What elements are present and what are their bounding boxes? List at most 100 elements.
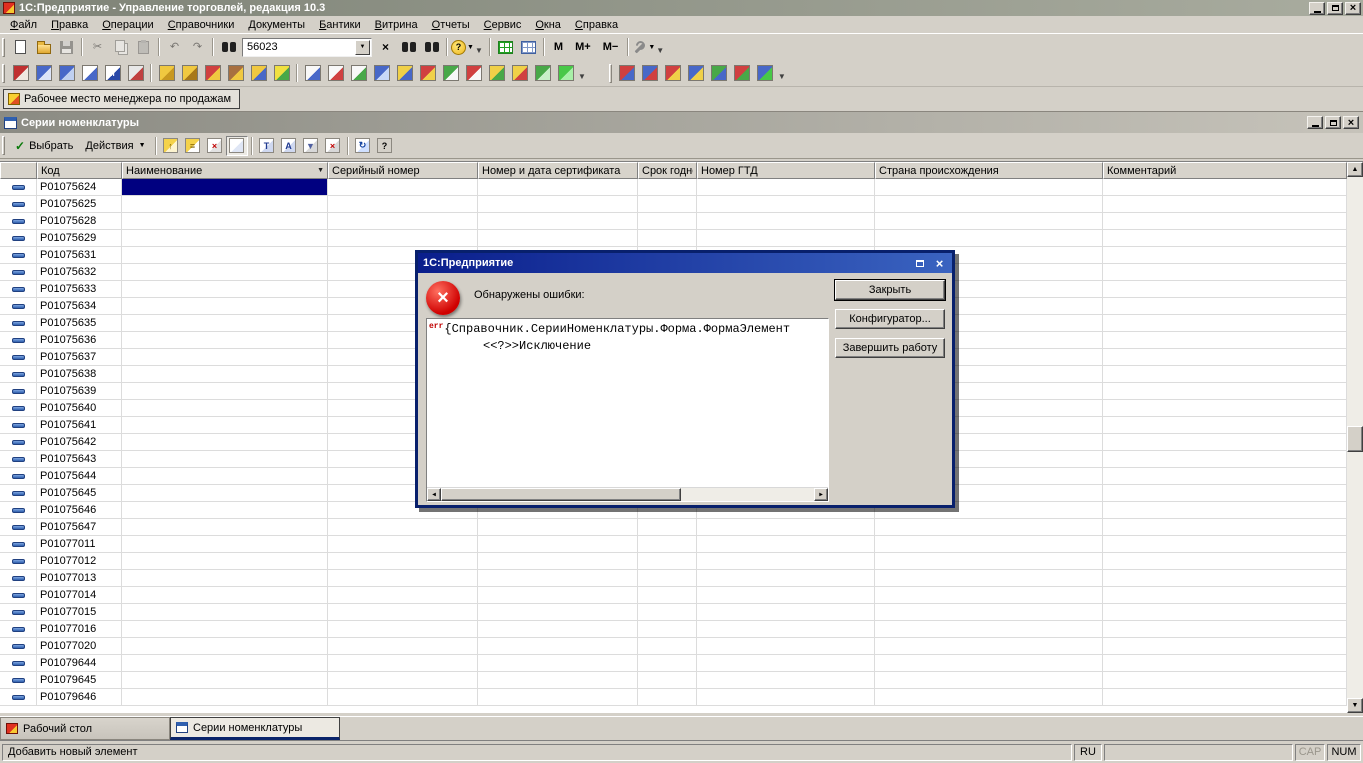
coins-button[interactable] (178, 62, 201, 84)
table-row[interactable]: P01077012 (0, 553, 1347, 570)
table-row[interactable]: P01077015 (0, 604, 1347, 621)
bottom-tab-1[interactable]: Серии номенклатуры (170, 717, 340, 740)
menu-item-0[interactable]: Файл (3, 17, 44, 33)
toolbar-grip[interactable] (2, 63, 5, 83)
toolbar-overflow-chevron-icon[interactable]: ▼ (578, 72, 586, 81)
column-header-5[interactable]: Номер ГТД (697, 162, 875, 179)
menu-item-3[interactable]: Справочники (161, 17, 242, 33)
table-row[interactable]: P01075629 (0, 230, 1347, 247)
close-button[interactable]: × (1345, 1, 1361, 15)
clear-filter-button[interactable]: × (322, 136, 344, 156)
table-row[interactable]: P01077011 (0, 536, 1347, 553)
menu-item-10[interactable]: Справка (568, 17, 625, 33)
hierarchy-view-button[interactable]: ≡ (182, 136, 204, 156)
scrollbar-thumb[interactable] (1347, 426, 1363, 452)
goods-return-button[interactable] (416, 62, 439, 84)
menu-item-1[interactable]: Правка (44, 17, 95, 33)
scroll-left-button[interactable]: ◀ (427, 488, 441, 501)
child-restore-button[interactable] (1325, 116, 1341, 129)
table-row[interactable]: P01079644 (0, 655, 1347, 672)
menu-item-9[interactable]: Окна (528, 17, 568, 33)
copy-button[interactable] (109, 36, 132, 58)
column-header-7[interactable]: Комментарий (1103, 162, 1347, 179)
undo-button[interactable]: ↶ (163, 36, 186, 58)
print-form-button[interactable] (55, 62, 78, 84)
error-text-area[interactable]: err{Справочник.СерииНоменклатуры.Форма.Ф… (426, 318, 829, 502)
column-header-2[interactable]: Серийный номер (328, 162, 478, 179)
service-assistant-button[interactable]: ? ▼ (451, 36, 474, 58)
cut-button[interactable]: ✂ (86, 36, 109, 58)
hscrollbar-thumb[interactable] (441, 488, 681, 501)
stock-analysis-button[interactable] (662, 62, 685, 84)
restore-button[interactable] (1327, 1, 1343, 15)
customer-orders-button[interactable] (616, 62, 639, 84)
desktop-panel-tab[interactable]: Рабочее место менеджера по продажам (3, 89, 241, 109)
status-button[interactable] (554, 62, 577, 84)
memory-subtract-button[interactable]: M− (599, 41, 623, 53)
dialog-close-button[interactable]: × (932, 257, 947, 270)
filter-by-value-button[interactable]: T (256, 136, 278, 156)
find-in-list-button[interactable]: А (278, 136, 300, 156)
find-button[interactable] (217, 36, 240, 58)
table-row[interactable]: P01079645 (0, 672, 1347, 689)
menu-item-6[interactable]: Витрина (368, 17, 425, 33)
find-settings-button[interactable] (420, 36, 443, 58)
table-row[interactable]: P01075625 (0, 196, 1347, 213)
redo-button[interactable]: ↷ (186, 36, 209, 58)
table-row[interactable]: P01079646 (0, 689, 1347, 706)
goods-shipment-button[interactable] (370, 62, 393, 84)
table-row[interactable]: P01075647 (0, 519, 1347, 536)
price-list-button[interactable] (270, 62, 293, 84)
refresh-button[interactable]: ↻ (352, 136, 374, 156)
scroll-down-button[interactable]: ▼ (1347, 698, 1363, 713)
dialog-horizontal-scrollbar[interactable]: ◀ ▶ (427, 487, 828, 501)
menu-item-4[interactable]: Документы (241, 17, 312, 33)
menu-item-7[interactable]: Отчеты (425, 17, 477, 33)
edit-table-button[interactable] (124, 62, 147, 84)
outgoing-invoice-button[interactable] (324, 62, 347, 84)
bottom-tab-0[interactable]: Рабочий стол (0, 717, 170, 740)
price-analysis-button[interactable] (708, 62, 731, 84)
debts-button[interactable] (731, 62, 754, 84)
language-indicator[interactable]: RU (1074, 743, 1102, 761)
combobox-dropdown-button[interactable]: ▼ (355, 39, 370, 55)
dialog-button-0[interactable]: Закрыть (835, 280, 945, 300)
paste-button[interactable] (132, 36, 155, 58)
cash-register-button[interactable] (201, 62, 224, 84)
menu-item-5[interactable]: Бантики (312, 17, 368, 33)
goods-receipt-button[interactable] (347, 62, 370, 84)
dialog-button-1[interactable]: Конфигуратор... (835, 309, 945, 329)
money-transfer-button[interactable] (247, 62, 270, 84)
payment-out-button[interactable] (462, 62, 485, 84)
column-header-1[interactable]: Наименование ▼ (122, 162, 328, 179)
actions-button[interactable]: Действия ▼ (79, 138, 151, 154)
toolbar-overflow-chevron-icon[interactable]: ▼ (475, 46, 483, 55)
document-button[interactable] (78, 62, 101, 84)
column-header-6[interactable]: Страна происхождения (875, 162, 1103, 179)
coin-button[interactable] (155, 62, 178, 84)
sales-analysis-button[interactable] (639, 62, 662, 84)
dialog-maximize-button[interactable] (912, 257, 927, 270)
report-settings-button[interactable] (754, 62, 777, 84)
toolbar-grip[interactable] (2, 37, 5, 57)
dialog-button-2[interactable]: Завершить работу (835, 338, 945, 358)
child-close-button[interactable]: × (1343, 116, 1359, 129)
goods-transfer-button[interactable] (393, 62, 416, 84)
find-combobox[interactable]: 56023 ▼ (242, 37, 372, 57)
save-button[interactable] (55, 36, 78, 58)
open-button[interactable] (32, 36, 55, 58)
cash-in-button[interactable] (485, 62, 508, 84)
scroll-right-button[interactable]: ▶ (814, 488, 828, 501)
minimize-button[interactable] (1309, 1, 1325, 15)
cash-out-button[interactable] (508, 62, 531, 84)
report-button[interactable] (531, 62, 554, 84)
payment-in-button[interactable] (439, 62, 462, 84)
select-button[interactable]: ✓ Выбрать (9, 137, 79, 155)
menu-item-2[interactable]: Операции (95, 17, 160, 33)
table-row[interactable]: P01077016 (0, 621, 1347, 638)
table-row[interactable]: P01077014 (0, 587, 1347, 604)
level-up-button[interactable]: ↑ (160, 136, 182, 156)
customize-tools-button[interactable]: ▼ (632, 36, 655, 58)
purse-button[interactable] (224, 62, 247, 84)
column-header-icon[interactable] (0, 162, 37, 179)
